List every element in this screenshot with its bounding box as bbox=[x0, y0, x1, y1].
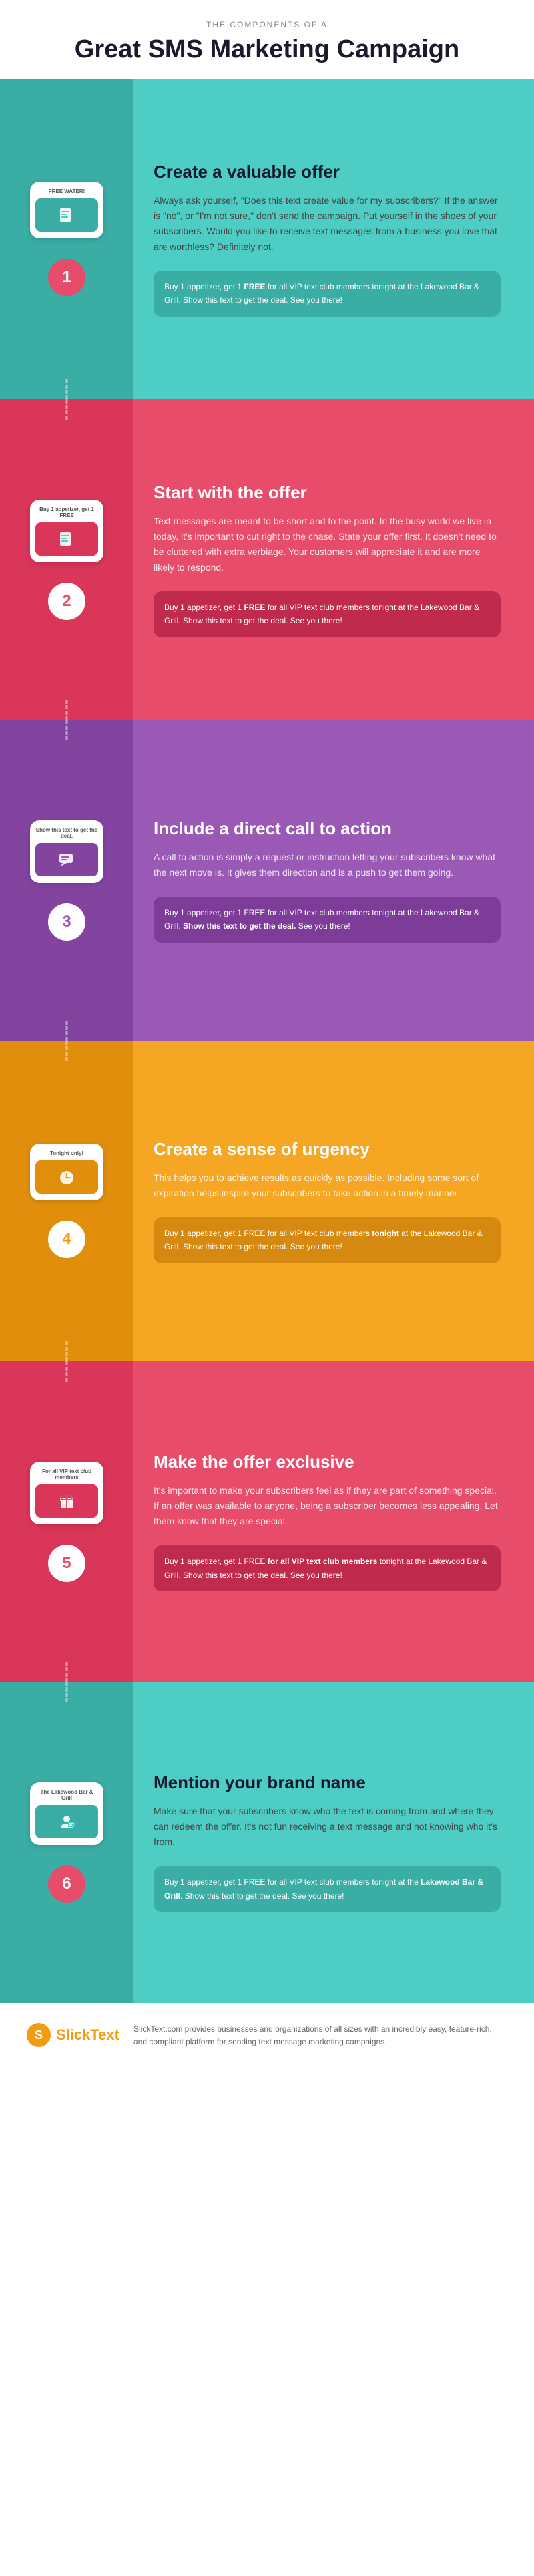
page-header: THE COMPONENTS OF A Great SMS Marketing … bbox=[0, 0, 534, 79]
phone-mockup-4: Tonight only! bbox=[30, 1144, 103, 1200]
section-heading-6: Mention your brand name bbox=[154, 1772, 501, 1793]
phone-mockup-5: For all VIP text club members bbox=[30, 1462, 103, 1524]
phone-mockup-1: FREE WATER! bbox=[30, 182, 103, 238]
section-6: The Lakewood Bar & Grill 6 Mention your … bbox=[0, 1682, 534, 2003]
connector-top bbox=[66, 1041, 68, 1061]
connector-bottom bbox=[66, 1662, 68, 1682]
phone-label-6: The Lakewood Bar & Grill bbox=[35, 1789, 98, 1801]
section-right-4: Create a sense of urgency This helps you… bbox=[134, 1041, 534, 1361]
section-number: 6 bbox=[48, 1865, 85, 1903]
section-body-4: This helps you to achieve results as qui… bbox=[154, 1170, 501, 1201]
connector-bottom bbox=[66, 1341, 68, 1361]
message-bubble-5: Buy 1 appetizer, get 1 FREE for all VIP … bbox=[154, 1545, 501, 1591]
section-right-5: Make the offer exclusive It's important … bbox=[134, 1361, 534, 1682]
phone-screen-2 bbox=[35, 522, 98, 556]
section-left-1: FREE WATER! 1 bbox=[0, 79, 134, 399]
phone-label-5: For all VIP text club members bbox=[35, 1468, 98, 1480]
section-body-1: Always ask yourself, "Does this text cre… bbox=[154, 193, 501, 255]
message-bubble-2: Buy 1 appetizer, get 1 FREE for all VIP … bbox=[154, 591, 501, 637]
section-body-5: It's important to make your subscribers … bbox=[154, 1483, 501, 1529]
section-5: For all VIP text club members 5 Make the… bbox=[0, 1361, 534, 1682]
phone-label-3: Show this text to get the deal. bbox=[35, 827, 98, 839]
message-bubble-3: Buy 1 appetizer, get 1 FREE for all VIP … bbox=[154, 897, 501, 943]
connector-top bbox=[66, 1682, 68, 1702]
section-right-1: Create a valuable offer Always ask yours… bbox=[134, 79, 534, 399]
slicktext-logo-icon: S bbox=[27, 2023, 51, 2047]
section-left-6: The Lakewood Bar & Grill 6 bbox=[0, 1682, 134, 2003]
section-left-2: Buy 1 appetizer, get 1 FREE 2 bbox=[0, 399, 134, 720]
section-heading-2: Start with the offer bbox=[154, 482, 501, 503]
phone-label-1: FREE WATER! bbox=[35, 188, 98, 194]
section-heading-5: Make the offer exclusive bbox=[154, 1452, 501, 1472]
section-right-3: Include a direct call to action A call t… bbox=[134, 720, 534, 1041]
phone-mockup-6: The Lakewood Bar & Grill bbox=[30, 1782, 103, 1845]
footer-description: SlickText.com provides businesses and or… bbox=[134, 2023, 507, 2048]
footer-logo: S SlickText bbox=[27, 2023, 120, 2047]
connector-top bbox=[66, 720, 68, 740]
phone-label-2: Buy 1 appetizer, get 1 FREE bbox=[35, 506, 98, 518]
footer: S SlickText SlickText.com provides busin… bbox=[0, 2003, 534, 2068]
section-heading-1: Create a valuable offer bbox=[154, 162, 501, 182]
connector-top bbox=[66, 399, 68, 420]
phone-screen-4 bbox=[35, 1160, 98, 1194]
section-left-3: Show this text to get the deal. 3 bbox=[0, 720, 134, 1041]
section-heading-3: Include a direct call to action bbox=[154, 818, 501, 839]
phone-screen-6 bbox=[35, 1805, 98, 1838]
section-number: 4 bbox=[48, 1221, 85, 1258]
page-title: Great SMS Marketing Campaign bbox=[53, 35, 481, 65]
section-3: Show this text to get the deal. 3 Includ… bbox=[0, 720, 534, 1041]
section-2: Buy 1 appetizer, get 1 FREE 2 Start with… bbox=[0, 399, 534, 720]
section-left-4: Tonight only! 4 bbox=[0, 1041, 134, 1361]
message-bubble-4: Buy 1 appetizer, get 1 FREE for all VIP … bbox=[154, 1217, 501, 1263]
footer-logo-text: SlickText bbox=[56, 2026, 119, 2044]
connector-top bbox=[66, 1361, 68, 1382]
section-right-6: Mention your brand name Make sure that y… bbox=[134, 1682, 534, 2003]
connector-bottom bbox=[66, 379, 68, 399]
section-number: 3 bbox=[48, 903, 85, 941]
section-4: Tonight only! 4 Create a sense of urgenc… bbox=[0, 1041, 534, 1361]
message-bubble-1: Buy 1 appetizer, get 1 FREE for all VIP … bbox=[154, 271, 501, 317]
phone-screen-5 bbox=[35, 1484, 98, 1518]
section-body-6: Make sure that your subscribers know who… bbox=[154, 1804, 501, 1850]
section-number: 5 bbox=[48, 1545, 85, 1582]
section-number: 2 bbox=[48, 583, 85, 620]
message-bubble-6: Buy 1 appetizer, get 1 FREE for all VIP … bbox=[154, 1866, 501, 1912]
connector-bottom bbox=[66, 700, 68, 720]
phone-label-4: Tonight only! bbox=[35, 1150, 98, 1156]
phone-mockup-3: Show this text to get the deal. bbox=[30, 820, 103, 883]
section-body-2: Text messages are meant to be short and … bbox=[154, 514, 501, 575]
sections-container: FREE WATER! 1 Create a valuable offer Al… bbox=[0, 79, 534, 2003]
section-body-3: A call to action is simply a request or … bbox=[154, 850, 501, 880]
section-left-5: For all VIP text club members 5 bbox=[0, 1361, 134, 1682]
header-eyebrow: THE COMPONENTS OF A bbox=[53, 20, 481, 29]
phone-screen-1 bbox=[35, 198, 98, 232]
phone-mockup-2: Buy 1 appetizer, get 1 FREE bbox=[30, 500, 103, 562]
section-heading-4: Create a sense of urgency bbox=[154, 1139, 501, 1160]
section-number: 1 bbox=[48, 259, 85, 296]
phone-screen-3 bbox=[35, 843, 98, 876]
section-1: FREE WATER! 1 Create a valuable offer Al… bbox=[0, 79, 534, 399]
section-right-2: Start with the offer Text messages are m… bbox=[134, 399, 534, 720]
svg-text:S: S bbox=[35, 2028, 43, 2042]
connector-bottom bbox=[66, 1021, 68, 1041]
